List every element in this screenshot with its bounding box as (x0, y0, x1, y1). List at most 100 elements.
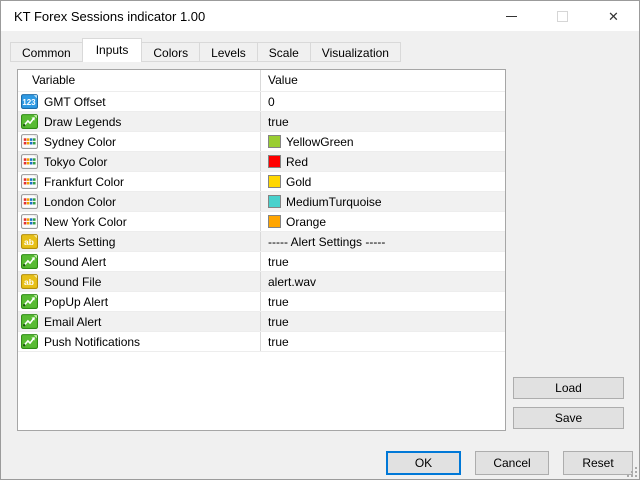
table-row[interactable]: ab Sound File alert.wav (18, 272, 505, 292)
title-bar: KT Forex Sessions indicator 1.00 ✕ (1, 1, 639, 31)
variable-cell: New York Color (18, 212, 260, 231)
variable-name: Draw Legends (44, 114, 122, 129)
table-row[interactable]: Tokyo Color Red (18, 152, 505, 172)
variable-value: 0 (268, 94, 275, 109)
resize-grip-icon[interactable] (627, 467, 637, 477)
bool-icon (21, 254, 38, 269)
variable-name: Email Alert (44, 314, 102, 329)
table-row[interactable]: Sound Alert true (18, 252, 505, 272)
table-header: Variable Value (18, 70, 505, 92)
minimize-icon (506, 15, 517, 17)
tab-visualization[interactable]: Visualization (309, 42, 401, 62)
tab-inputs[interactable]: Inputs (81, 38, 143, 62)
table-row[interactable]: Email Alert true (18, 312, 505, 332)
reset-button[interactable]: Reset (563, 451, 633, 475)
variable-cell: Email Alert (18, 312, 260, 331)
variable-cell: PopUp Alert (18, 292, 260, 311)
svg-text:ab: ab (24, 277, 34, 287)
variable-value: true (268, 294, 289, 309)
value-cell[interactable]: Red (260, 152, 505, 171)
table-row[interactable]: Push Notifications true (18, 332, 505, 352)
ok-button[interactable]: OK (386, 451, 461, 475)
bool-icon (21, 114, 38, 129)
close-button[interactable]: ✕ (588, 1, 639, 31)
variable-value: alert.wav (268, 274, 317, 289)
minimize-button[interactable] (486, 1, 537, 31)
variable-name: Sydney Color (44, 134, 117, 149)
value-cell[interactable]: Orange (260, 212, 505, 231)
svg-text:ab: ab (24, 237, 34, 247)
variable-value: Red (286, 154, 309, 169)
save-button[interactable]: Save (513, 407, 624, 429)
caption-buttons: ✕ (486, 1, 639, 31)
color-icon (21, 174, 38, 189)
value-cell[interactable]: true (260, 292, 505, 311)
value-cell[interactable]: YellowGreen (260, 132, 505, 151)
column-header-variable[interactable]: Variable (18, 70, 260, 91)
window-title: KT Forex Sessions indicator 1.00 (14, 8, 206, 24)
variable-value: true (268, 254, 289, 269)
variable-name: Sound Alert (44, 254, 107, 269)
variable-value: Gold (286, 174, 312, 189)
tab-scale[interactable]: Scale (256, 42, 311, 62)
value-cell[interactable]: 0 (260, 92, 505, 111)
variable-name: Frankfurt Color (44, 174, 125, 189)
svg-text:123: 123 (22, 98, 36, 107)
variable-cell: Draw Legends (18, 112, 260, 131)
value-cell[interactable]: true (260, 112, 505, 131)
column-header-value[interactable]: Value (260, 70, 505, 91)
variable-cell: ab Sound File (18, 272, 260, 291)
variable-cell: Push Notifications (18, 332, 260, 351)
value-cell[interactable]: Gold (260, 172, 505, 191)
table-row[interactable]: New York Color Orange (18, 212, 505, 232)
cancel-button[interactable]: Cancel (475, 451, 549, 475)
table-row[interactable]: PopUp Alert true (18, 292, 505, 312)
variable-value: true (268, 334, 289, 349)
color-icon (21, 214, 38, 229)
variable-value: MediumTurquoise (286, 194, 382, 209)
tab-levels[interactable]: Levels (199, 42, 258, 62)
tab-common[interactable]: Common (10, 42, 83, 62)
variable-name: Push Notifications (44, 334, 141, 349)
variable-name: Tokyo Color (44, 154, 108, 169)
variable-cell: Sound Alert (18, 252, 260, 271)
string-icon: ab (21, 234, 38, 249)
value-cell[interactable]: MediumTurquoise (260, 192, 505, 211)
value-cell[interactable]: true (260, 332, 505, 351)
value-cell[interactable]: true (260, 252, 505, 271)
table-row[interactable]: Frankfurt Color Gold (18, 172, 505, 192)
close-icon: ✕ (608, 8, 619, 24)
variable-name: London Color (44, 194, 117, 209)
variable-name: Alerts Setting (44, 234, 116, 249)
table-row[interactable]: Sydney Color YellowGreen (18, 132, 505, 152)
inputs-table: Variable Value 123 GMT Offset 0 Draw Legend… (17, 69, 506, 431)
table-row[interactable]: London Color MediumTurquoise (18, 192, 505, 212)
variable-value: YellowGreen (286, 134, 354, 149)
variable-cell: Frankfurt Color (18, 172, 260, 191)
table-row[interactable]: 123 GMT Offset 0 (18, 92, 505, 112)
table-row[interactable]: Draw Legends true (18, 112, 505, 132)
variable-name: GMT Offset (44, 94, 106, 109)
color-icon (21, 154, 38, 169)
color-icon (21, 194, 38, 209)
bool-icon (21, 294, 38, 309)
variable-value: true (268, 114, 289, 129)
variable-cell: 123 GMT Offset (18, 92, 260, 111)
dialog-window: KT Forex Sessions indicator 1.00 ✕ Commo… (0, 0, 640, 480)
value-cell[interactable]: alert.wav (260, 272, 505, 291)
load-button[interactable]: Load (513, 377, 624, 399)
variable-cell: London Color (18, 192, 260, 211)
variable-cell: ab Alerts Setting (18, 232, 260, 251)
variable-cell: Tokyo Color (18, 152, 260, 171)
bool-icon (21, 334, 38, 349)
value-cell[interactable]: ----- Alert Settings ----- (260, 232, 505, 251)
color-swatch (268, 135, 281, 148)
color-swatch (268, 215, 281, 228)
color-swatch (268, 195, 281, 208)
number-icon: 123 (21, 94, 38, 109)
tab-colors[interactable]: Colors (141, 42, 201, 62)
table-row[interactable]: ab Alerts Setting ----- Alert Settings ---… (18, 232, 505, 252)
tab-strip: Common Inputs Colors Levels Scale Visualizati… (10, 38, 401, 62)
variable-value: ----- Alert Settings ----- (268, 234, 386, 249)
value-cell[interactable]: true (260, 312, 505, 331)
